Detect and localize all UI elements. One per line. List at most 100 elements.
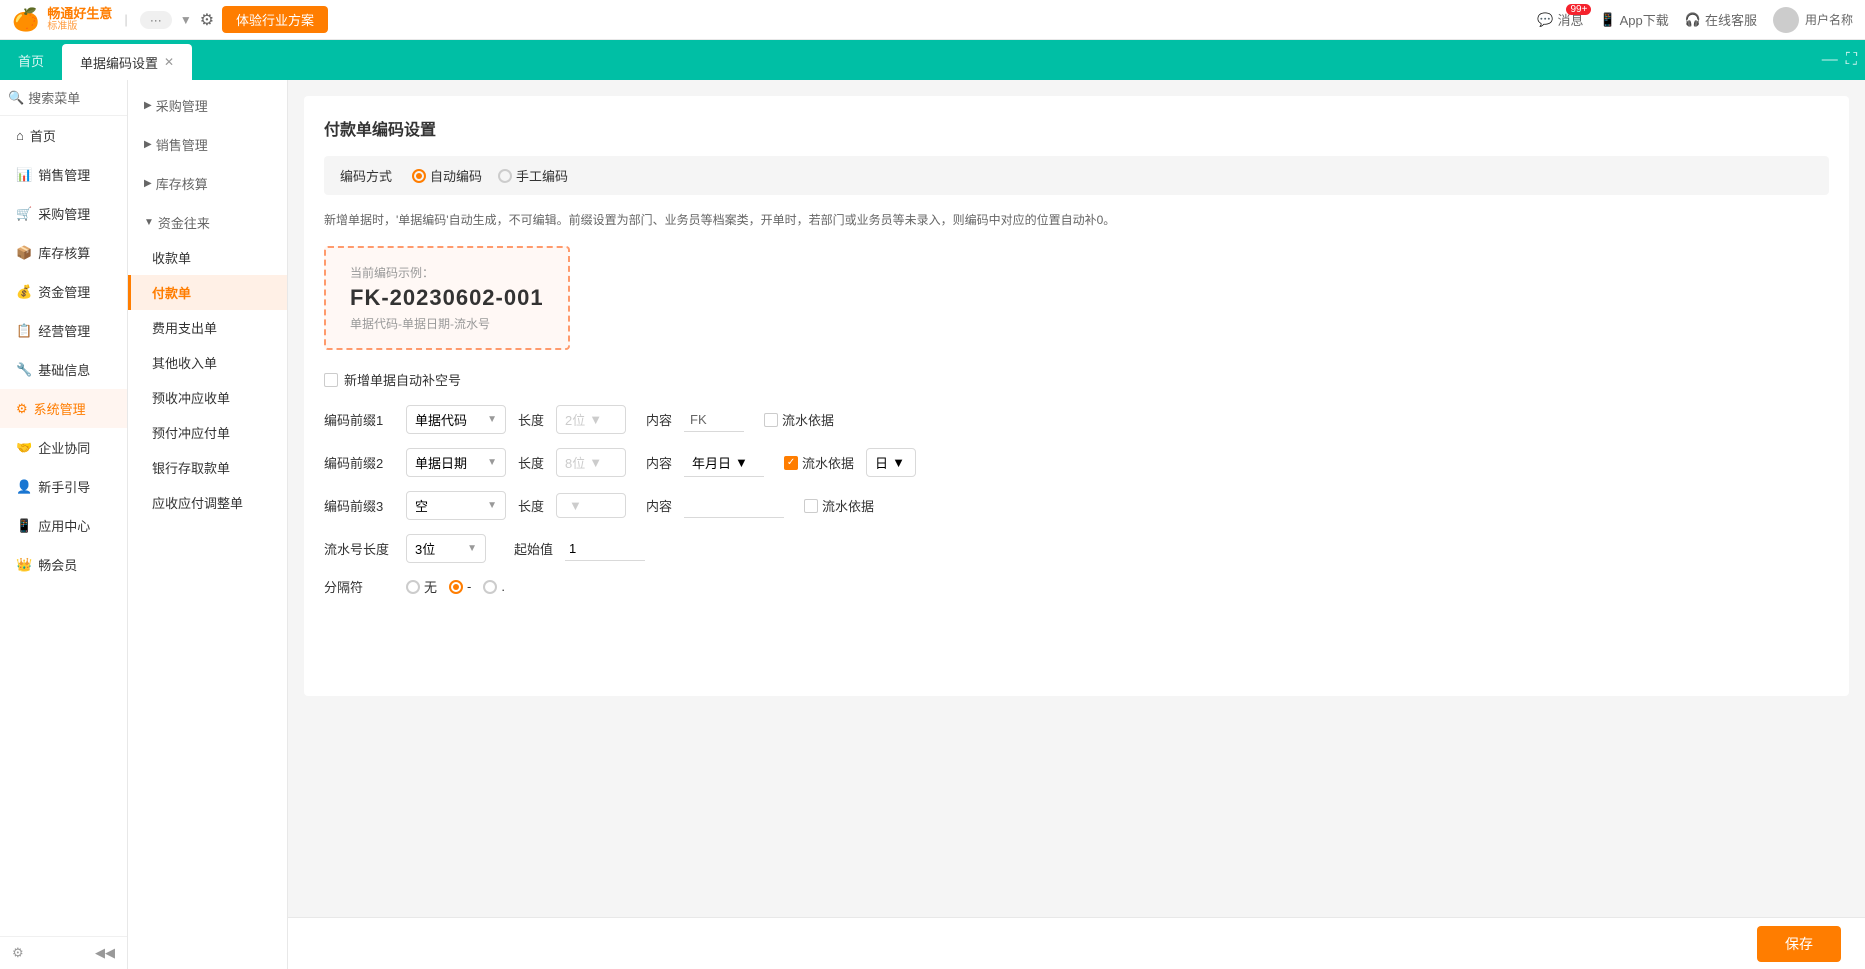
prefix3-waterfall-checkbox[interactable] [804,499,818,513]
settings-gear-icon[interactable]: ⚙ [200,10,214,30]
nav-area: ··· [140,11,172,29]
tab-bar-actions: — ⛶ [1822,51,1865,69]
dropdown-arrow[interactable]: ▼ [180,13,192,27]
preview-label: 当前编码示例： [350,264,544,281]
newuser-icon: 👤 [16,479,32,495]
experience-btn[interactable]: 体验行业方案 [222,6,328,33]
separator-none-option[interactable]: 无 [406,577,437,596]
message-btn[interactable]: 💬 消息 99+ [1537,10,1583,29]
manual-encode-radio[interactable] [498,169,512,183]
prefix1-waterfall-checkbox[interactable] [764,413,778,427]
phone-icon: 📱 [1599,12,1615,28]
sidebar-item-newuser[interactable]: 👤 新手引导 [0,467,127,506]
prefix2-length-select[interactable]: 8位 ▼ [556,448,626,477]
prefix3-length-select[interactable]: ▼ [556,493,626,518]
app-icon: 📱 [16,518,32,534]
sub-item-payable-adjust[interactable]: 应收应付调整单 [128,485,287,520]
sub-group-sales: ▶ 销售管理 [128,127,287,162]
sidebar-item-finance[interactable]: 💰 资金管理 [0,272,127,311]
prefix2-content-select[interactable]: 年月日 ▼ [684,449,764,477]
app-logo: 🍊 [12,7,39,33]
sub-group-funds-title[interactable]: ▼ 资金往来 [128,205,287,240]
home-icon: ⌂ [16,128,24,143]
separator-dot-option[interactable]: . [483,579,505,594]
sub-item-bank-deposit[interactable]: 银行存取款单 [128,450,287,485]
separator-none-radio[interactable] [406,580,420,594]
sub-group-purchase-title[interactable]: ▶ 采购管理 [128,88,287,123]
sidebar-item-member[interactable]: 👑 畅会员 [0,545,127,584]
online-service-btn[interactable]: 🎧 在线客服 [1685,10,1757,29]
top-bar-right: 💬 消息 99+ 📱 App下载 🎧 在线客服 用户名称 [1537,7,1853,33]
auto-encode-radio[interactable] [412,169,426,183]
start-value-label: 起始值 [514,539,553,558]
sub-item-payment[interactable]: 付款单 [128,275,287,310]
prefix2-length-label: 长度 [518,453,544,472]
serial-length-select[interactable]: 3位 ▼ [406,534,486,563]
save-button[interactable]: 保存 [1757,926,1841,962]
separator-dot-radio[interactable] [483,580,497,594]
tab-home[interactable]: 首页 [0,40,62,80]
prefix1-content-input[interactable] [684,408,744,432]
auto-fill-checkbox[interactable] [324,373,338,387]
prefix3-select[interactable]: 空 ▼ [406,491,506,520]
tab-minimize-icon[interactable]: — [1822,51,1838,69]
encoding-method-label: 编码方式 [340,166,392,185]
sub-item-expense[interactable]: 费用支出单 [128,310,287,345]
prefix1-select[interactable]: 单据代码 ▼ [406,405,506,434]
user-area[interactable]: 用户名称 [1773,7,1853,33]
tab-expand-icon[interactable]: ⛶ [1846,51,1857,69]
sub-group-funds: ▼ 资金往来 收款单 付款单 费用支出单 其他收入单 预收冲应收单 预付冲应付单 [128,205,287,520]
separator-dash-radio[interactable] [449,580,463,594]
sidebar-item-home[interactable]: ⌂ 首页 [0,116,127,155]
start-value-input[interactable] [565,537,645,561]
prefix2-waterfall-checkbox[interactable]: ✓ [784,456,798,470]
prefix2-content-label: 内容 [646,453,672,472]
sidebar-item-app[interactable]: 📱 应用中心 [0,506,127,545]
sub-item-receipt[interactable]: 收款单 [128,240,287,275]
sub-group-sales-title[interactable]: ▶ 销售管理 [128,127,287,162]
collapse-icon[interactable]: ◀◀ [95,945,115,961]
content-card: 付款单编码设置 编码方式 自动编码 手工编码 [304,96,1849,696]
tab-encoding[interactable]: 单据编码设置 ✕ [62,44,192,80]
serial-length-row: 流水号长度 3位 ▼ 起始值 [324,534,1829,563]
auto-encode-option[interactable]: 自动编码 [412,166,482,185]
day-arrow-icon: ▼ [892,455,905,470]
coop-icon: 🤝 [16,440,32,456]
service-icon: 🎧 [1685,12,1701,28]
search-menu-btn[interactable]: 🔍 搜索菜单 [0,80,127,116]
sidebar-item-system[interactable]: ⚙ 系统管理 [0,389,127,428]
management-icon: 📋 [16,323,32,339]
separator-dash-option[interactable]: - [449,579,471,594]
preview-box: 当前编码示例： FK-20230602-001 单据代码-单据日期-流水号 [324,246,570,350]
username: 用户名称 [1805,11,1853,28]
sidebar-item-purchase[interactable]: 🛒 采购管理 [0,194,127,233]
sub-group-purchase: ▶ 采购管理 [128,88,287,123]
version-badge: 标准版 [47,21,112,33]
avatar [1773,7,1799,33]
top-bar-left: 🍊 畅通好生意 标准版 | ··· ▼ ⚙ 体验行业方案 [12,6,1529,34]
sub-item-prepay-payable[interactable]: 预付冲应付单 [128,415,287,450]
tab-close-icon[interactable]: ✕ [164,55,174,69]
sub-group-arrow-purchase: ▶ [144,100,152,111]
prefix3-length-label: 长度 [518,496,544,515]
serial-length-label: 流水号长度 [324,539,394,558]
sidebar-item-coop[interactable]: 🤝 企业协同 [0,428,127,467]
sub-item-other-income[interactable]: 其他收入单 [128,345,287,380]
sidebar-item-management[interactable]: 📋 经营管理 [0,311,127,350]
sidebar-item-sales[interactable]: 📊 销售管理 [0,155,127,194]
prefix3-label: 编码前缀3 [324,496,394,515]
content-wrapper: 付款单编码设置 编码方式 自动编码 手工编码 [288,80,1865,969]
prefix2-select[interactable]: 单据日期 ▼ [406,448,506,477]
manual-encode-option[interactable]: 手工编码 [498,166,568,185]
sidebar-item-inventory[interactable]: 📦 库存核算 [0,233,127,272]
message-icon: 💬 [1537,12,1553,28]
sub-group-inventory-title[interactable]: ▶ 库存核算 [128,166,287,201]
sub-item-prepay-receivable[interactable]: 预收冲应收单 [128,380,287,415]
app-download-btn[interactable]: 📱 App下载 [1599,10,1668,29]
prefix2-day-select[interactable]: 日 ▼ [866,448,916,477]
prefix1-length-select[interactable]: 2位 ▼ [556,405,626,434]
settings-bottom-icon[interactable]: ⚙ [12,945,24,961]
auto-fill-row: 新增单据自动补空号 [324,370,1829,389]
prefix3-content-input[interactable] [684,494,784,518]
sidebar-item-basic[interactable]: 🔧 基础信息 [0,350,127,389]
